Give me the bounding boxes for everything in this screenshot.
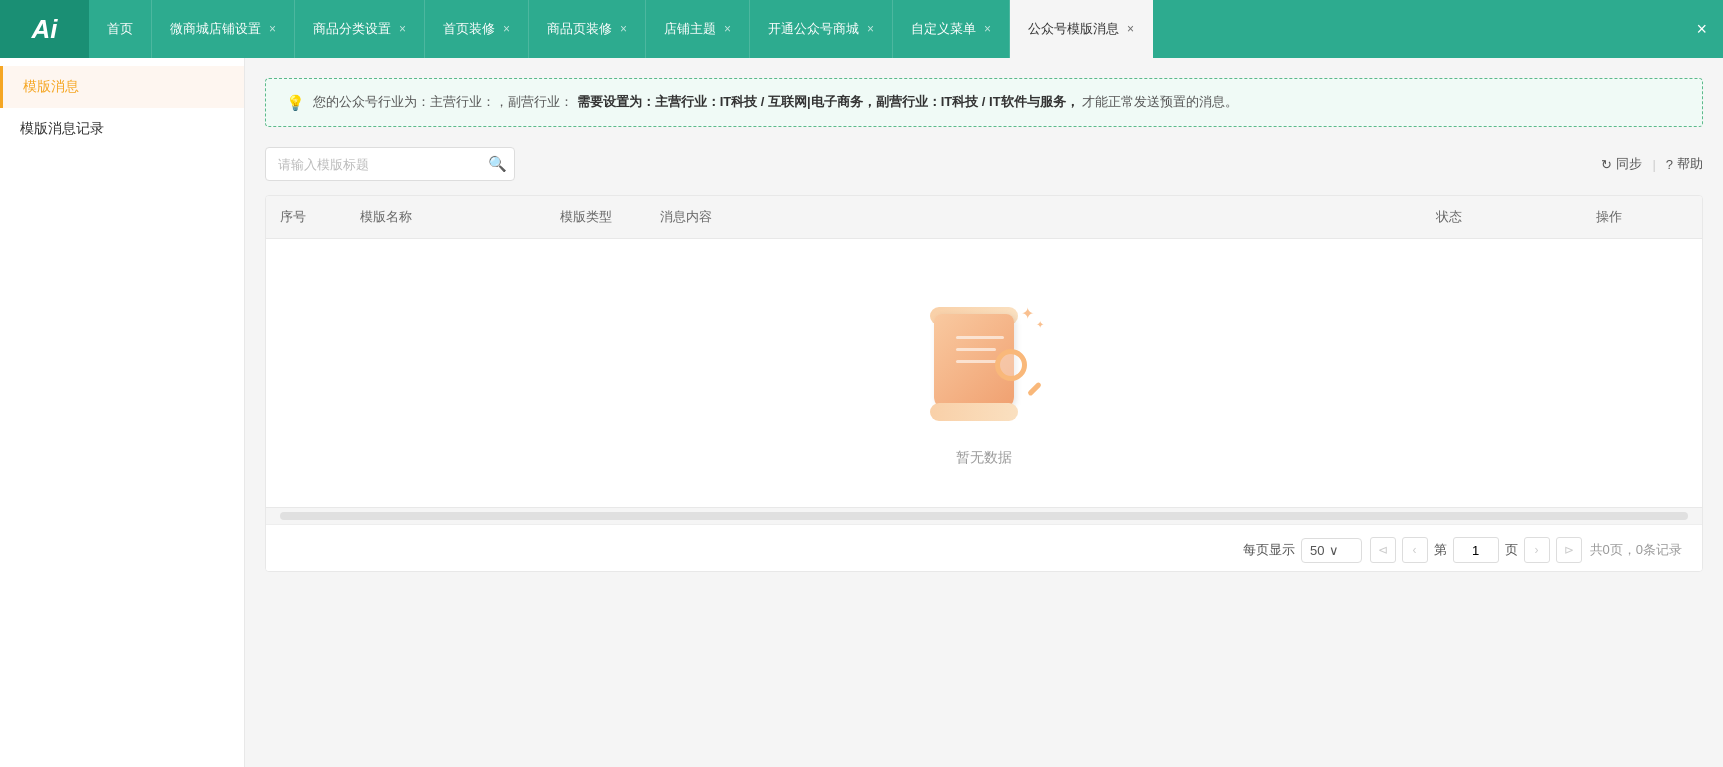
th-name: 模版名称 <box>346 196 546 238</box>
page-prev-button[interactable]: ‹ <box>1402 537 1428 563</box>
empty-illustration: ✦ ✦ <box>924 299 1044 429</box>
nav-tab-category-settings[interactable]: 商品分类设置× <box>295 0 425 58</box>
search-bar: 🔍 ↻ 同步 | ? 帮助 <box>265 147 1703 181</box>
page-last-button[interactable]: ⊳ <box>1556 537 1582 563</box>
sparkle-2: ✦ <box>1036 319 1044 330</box>
search-input-wrap: 🔍 <box>265 147 515 181</box>
th-type: 模版类型 <box>546 196 646 238</box>
sync-icon: ↻ <box>1601 157 1612 172</box>
content-area: 💡 您的公众号行业为：主营行业：，副营行业： 需要设置为：主营行业：IT科技 /… <box>245 58 1723 767</box>
search-input[interactable] <box>265 147 515 181</box>
nav-tab-template-msg[interactable]: 公众号模版消息× <box>1010 0 1153 58</box>
page-next-button[interactable]: › <box>1524 537 1550 563</box>
notice-suffix: 才能正常发送预置的消息。 <box>1082 94 1238 109</box>
scroll-bottom <box>930 403 1018 421</box>
scroll-track[interactable] <box>280 512 1688 520</box>
magnify-handle <box>1027 382 1042 397</box>
sparkle-1: ✦ <box>1021 304 1034 323</box>
scroll-line-1 <box>956 336 1004 339</box>
nav-tab-product-decor[interactable]: 商品页装修× <box>529 0 646 58</box>
nav-tab-custom-menu[interactable]: 自定义菜单× <box>893 0 1010 58</box>
notice-prefix: 您的公众号行业为：主营行业：，副营行业： <box>313 94 573 109</box>
tab-close-open-mall[interactable]: × <box>867 22 874 36</box>
divider: | <box>1652 157 1655 172</box>
nav-tab-homepage-decor[interactable]: 首页装修× <box>425 0 529 58</box>
total-info: 共0页，0条记录 <box>1590 541 1682 559</box>
per-page-value: 50 <box>1310 543 1324 558</box>
search-icon[interactable]: 🔍 <box>488 155 507 173</box>
per-page-select: 每页显示 50 ∨ <box>1243 538 1361 563</box>
data-table: 序号 模版名称 模版类型 消息内容 状态 操作 <box>265 195 1703 572</box>
tab-close-product-decor[interactable]: × <box>620 22 627 36</box>
nav-tab-shop-theme[interactable]: 店铺主题× <box>646 0 750 58</box>
empty-text: 暂无数据 <box>956 449 1012 467</box>
help-icon: ? <box>1666 157 1673 172</box>
tab-close-custom-menu[interactable]: × <box>984 22 991 36</box>
tab-close-shop-theme[interactable]: × <box>724 22 731 36</box>
nav-tab-shop-settings[interactable]: 微商城店铺设置× <box>152 0 295 58</box>
scroll-line-2 <box>956 348 996 351</box>
nav-tabs: 首页微商城店铺设置×商品分类设置×首页装修×商品页装修×店铺主题×开通公众号商城… <box>89 0 1680 58</box>
empty-state: ✦ ✦ 暂无数据 <box>266 239 1702 507</box>
tab-close-shop-settings[interactable]: × <box>269 22 276 36</box>
page-label: 第 <box>1434 541 1447 559</box>
sidebar: 模版消息模版消息记录 <box>0 58 245 767</box>
page-controls: ⊲ ‹ 第 页 › ⊳ <box>1370 537 1582 563</box>
main-layout: 模版消息模版消息记录 💡 您的公众号行业为：主营行业：，副营行业： 需要设置为：… <box>0 58 1723 767</box>
per-page-label: 每页显示 <box>1243 541 1295 559</box>
tab-close-template-msg[interactable]: × <box>1127 22 1134 36</box>
nav-tab-home[interactable]: 首页 <box>89 0 152 58</box>
magnify-circle <box>995 349 1027 381</box>
tab-close-homepage-decor[interactable]: × <box>503 22 510 36</box>
sidebar-item-template-record[interactable]: 模版消息记录 <box>0 108 244 150</box>
scroll-line-3 <box>956 360 1000 363</box>
app-logo: Ai <box>0 0 89 58</box>
th-status: 状态 <box>1422 196 1582 238</box>
table-header: 序号 模版名称 模版类型 消息内容 状态 操作 <box>266 196 1702 239</box>
nav-tab-open-mall[interactable]: 开通公众号商城× <box>750 0 893 58</box>
page-first-button[interactable]: ⊲ <box>1370 537 1396 563</box>
notice-highlight: 需要设置为：主营行业：IT科技 / 互联网|电子商务，副营行业：IT科技 / I… <box>577 94 1079 109</box>
th-action: 操作 <box>1582 196 1702 238</box>
magnify-glass <box>995 349 1039 393</box>
page-number-input[interactable] <box>1453 537 1499 563</box>
global-close-button[interactable]: × <box>1680 19 1723 40</box>
page-suffix: 页 <box>1505 541 1518 559</box>
dropdown-chevron: ∨ <box>1329 543 1339 558</box>
table-scrollbar <box>266 507 1702 524</box>
top-navigation: Ai 首页微商城店铺设置×商品分类设置×首页装修×商品页装修×店铺主题×开通公众… <box>0 0 1723 58</box>
search-bar-right: ↻ 同步 | ? 帮助 <box>1601 155 1703 173</box>
sidebar-item-template-msg[interactable]: 模版消息 <box>0 66 244 108</box>
th-no: 序号 <box>266 196 346 238</box>
pagination: 每页显示 50 ∨ ⊲ ‹ 第 页 › ⊳ 共0页，0条记录 <box>266 524 1702 571</box>
per-page-dropdown[interactable]: 50 ∨ <box>1301 538 1361 563</box>
notice-icon: 💡 <box>286 94 305 112</box>
notice-text: 您的公众号行业为：主营行业：，副营行业： 需要设置为：主营行业：IT科技 / 互… <box>313 93 1238 111</box>
help-button[interactable]: ? 帮助 <box>1666 155 1703 173</box>
sync-button[interactable]: ↻ 同步 <box>1601 155 1642 173</box>
notice-box: 💡 您的公众号行业为：主营行业：，副营行业： 需要设置为：主营行业：IT科技 /… <box>265 78 1703 127</box>
tab-close-category-settings[interactable]: × <box>399 22 406 36</box>
th-content: 消息内容 <box>646 196 1422 238</box>
